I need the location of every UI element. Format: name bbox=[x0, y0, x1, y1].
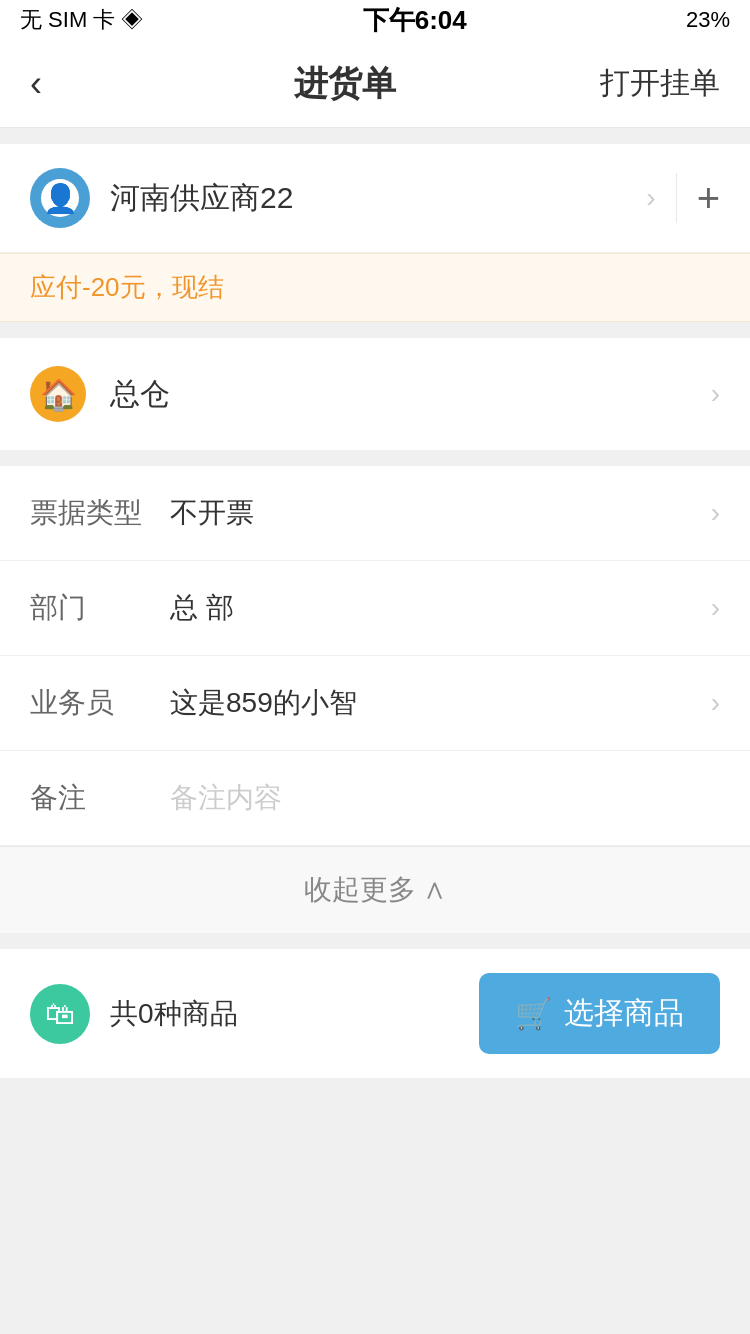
supplier-name: 河南供应商22 bbox=[110, 178, 646, 219]
warehouse-icon-wrap: 🏠 bbox=[30, 366, 86, 422]
back-button[interactable]: ‹ bbox=[30, 63, 90, 105]
supplier-section: 👤 河南供应商22 › + 应付-20元，现结 bbox=[0, 144, 750, 322]
supplier-row[interactable]: 👤 河南供应商22 › + bbox=[0, 144, 750, 253]
form-section: 票据类型 不开票 › 部门 总 部 › 业务员 这是859的小智 › 备注 备注… bbox=[0, 466, 750, 933]
invoice-type-value: 不开票 bbox=[150, 494, 711, 532]
warehouse-icon: 🏠 bbox=[40, 377, 77, 412]
department-row[interactable]: 部门 总 部 › bbox=[0, 561, 750, 656]
invoice-type-row[interactable]: 票据类型 不开票 › bbox=[0, 466, 750, 561]
warehouse-name: 总仓 bbox=[110, 374, 711, 415]
warehouse-row[interactable]: 🏠 总仓 › bbox=[0, 338, 750, 450]
remark-input[interactable]: 备注内容 bbox=[150, 779, 720, 817]
select-product-label: 选择商品 bbox=[564, 993, 684, 1034]
select-product-button[interactable]: 🛒 选择商品 bbox=[479, 973, 720, 1054]
status-bar: 无 SIM 卡 ◈ 下午6:04 23% bbox=[0, 0, 750, 40]
salesperson-chevron-icon: › bbox=[711, 687, 720, 719]
notice-bar: 应付-20元，现结 bbox=[0, 253, 750, 322]
invoice-type-chevron-icon: › bbox=[711, 497, 720, 529]
add-icon[interactable]: + bbox=[697, 176, 720, 221]
user-icon: 👤 bbox=[43, 182, 78, 215]
nav-bar: ‹ 进货单 打开挂单 bbox=[0, 40, 750, 128]
salesperson-value: 这是859的小智 bbox=[150, 684, 711, 722]
sim-status: 无 SIM 卡 ◈ bbox=[20, 5, 143, 35]
supplier-divider bbox=[676, 173, 677, 223]
department-chevron-icon: › bbox=[711, 592, 720, 624]
open-pending-button[interactable]: 打开挂单 bbox=[600, 63, 720, 104]
product-icon: 🛍 bbox=[45, 997, 75, 1031]
bottom-bar: 🛍 共0种商品 🛒 选择商品 bbox=[0, 949, 750, 1078]
remark-label: 备注 bbox=[30, 779, 150, 817]
collapse-button[interactable]: 收起更多 ∧ bbox=[0, 846, 750, 933]
status-right: 23% bbox=[686, 7, 730, 33]
invoice-type-label: 票据类型 bbox=[30, 494, 150, 532]
status-time: 下午6:04 bbox=[363, 3, 467, 38]
page-title: 进货单 bbox=[294, 61, 396, 107]
department-value: 总 部 bbox=[150, 589, 711, 627]
supplier-avatar: 👤 bbox=[30, 168, 90, 228]
salesperson-label: 业务员 bbox=[30, 684, 150, 722]
department-label: 部门 bbox=[30, 589, 150, 627]
status-left: 无 SIM 卡 ◈ bbox=[20, 5, 143, 35]
remark-row[interactable]: 备注 备注内容 bbox=[0, 751, 750, 846]
product-count: 共0种商品 bbox=[110, 995, 479, 1033]
select-product-icon: 🛒 bbox=[515, 996, 552, 1031]
content-area: 👤 河南供应商22 › + 应付-20元，现结 🏠 总仓 › 票据类型 不开票 … bbox=[0, 144, 750, 1278]
salesperson-row[interactable]: 业务员 这是859的小智 › bbox=[0, 656, 750, 751]
warehouse-chevron-icon: › bbox=[711, 378, 720, 410]
battery-status: 23% bbox=[686, 7, 730, 33]
gray-fill-area bbox=[0, 1078, 750, 1278]
product-icon-wrap: 🛍 bbox=[30, 984, 90, 1044]
supplier-chevron-icon: › bbox=[646, 182, 655, 214]
